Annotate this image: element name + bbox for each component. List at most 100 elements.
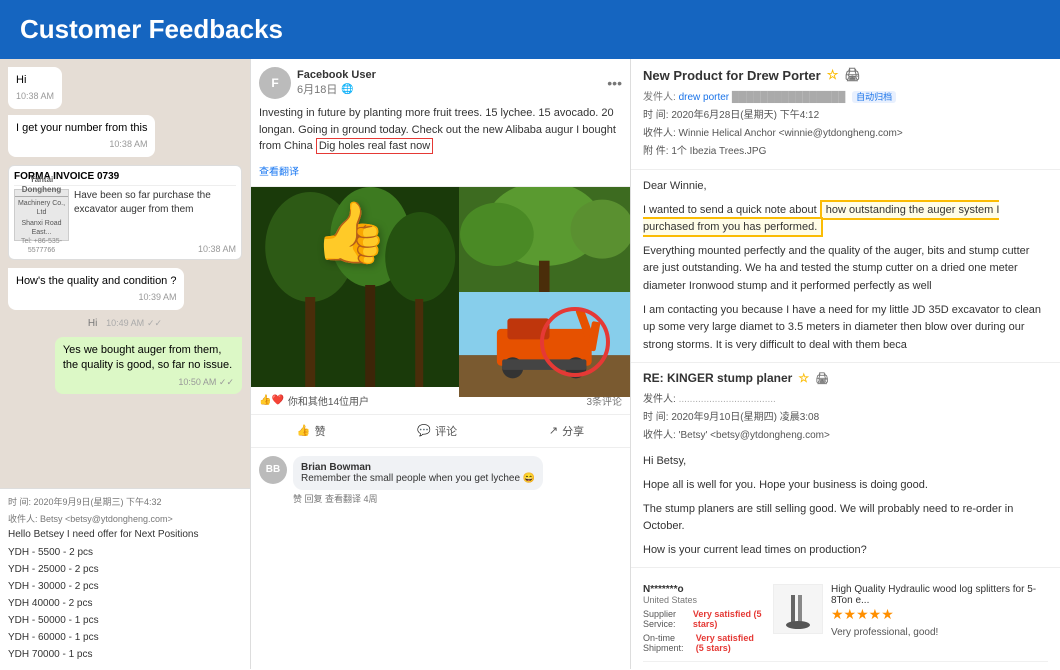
- hi-label: Hi 10:49 AM ✓✓: [8, 316, 242, 331]
- left-panel: Hi 10:38 AM I get your number from this …: [0, 59, 250, 669]
- page-header: Customer Feedbacks: [0, 0, 1060, 59]
- thread-star-icon[interactable]: ☆: [798, 371, 809, 385]
- order-item-2: YDH - 25000 - 2 pcs: [8, 561, 242, 578]
- order-list: YDH - 5500 - 2 pcs YDH - 25000 - 2 pcs Y…: [8, 544, 242, 663]
- email-subject: New Product for Drew Porter ☆ 🖨: [643, 67, 1048, 83]
- main-content: Hi 10:38 AM I get your number from this …: [0, 59, 1060, 669]
- chat-time-1: 10:38 AM: [16, 90, 54, 103]
- review-comment-1: Very professional, good!: [831, 627, 1048, 638]
- fb-comment-section: BB Brian Bowman Remember the small peopl…: [251, 448, 630, 513]
- product-name-1: High Quality Hydraulic wood log splitter…: [831, 584, 1048, 606]
- email-greeting: Hello Betsey I need offer for Next Posit…: [8, 529, 242, 540]
- image-collage: 👍: [251, 187, 630, 387]
- thread-body2: The stump planers are still selling good…: [643, 501, 1048, 536]
- email-body-para2: Everything mounted perfectly and the qua…: [643, 243, 1048, 296]
- fb-likes-count: 👍❤️ 你和其他14位用户: [259, 393, 369, 408]
- right-panel: New Product for Drew Porter ☆ 🖨 发件人: dre…: [630, 59, 1060, 669]
- chat-message-4: Yes we bought auger from them, the quali…: [55, 337, 242, 394]
- review-shipment-row-1: On-time Shipment: Very satisfied (5 star…: [643, 633, 763, 653]
- red-circle-highlight: [540, 307, 610, 377]
- thread-sender: ...................................: [679, 394, 776, 405]
- product-detail-1: High Quality Hydraulic wood log splitter…: [773, 584, 1048, 638]
- fb-action-buttons: 👍 赞 💬 评论 ↗ 分享: [251, 415, 630, 448]
- globe-icon: 🌐: [341, 84, 353, 95]
- fb-like-button[interactable]: 👍 赞: [289, 419, 334, 443]
- thread-body: Hi Betsy, Hope all is well for you. Hope…: [643, 453, 1048, 559]
- email-body-para1: I wanted to send a quick note about how …: [643, 202, 1048, 237]
- order-item-3: YDH - 30000 - 2 pcs: [8, 578, 242, 595]
- service-rating-1: Very satisfied (5 stars): [693, 609, 763, 629]
- email-section-bottom: 时 间: 2020年9月9日(星期三) 下午4:32 收件人: Betsy <b…: [0, 488, 250, 669]
- order-item-5: YDH - 50000 - 1 pcs: [8, 612, 242, 629]
- reviews-section: N*******o United States Supplier Service…: [631, 568, 1060, 669]
- chat-text-3: How's the quality and condition ?: [16, 274, 176, 289]
- email-to-row: 收件人: Winnie Helical Anchor <winnie@ytdon…: [643, 125, 1048, 143]
- fb-share-button[interactable]: ↗ 分享: [541, 419, 592, 443]
- email-attachment-row: 附 件: 1个 Ibezia Trees.JPG: [643, 143, 1048, 161]
- chat-time-3: 10:39 AM: [16, 291, 176, 304]
- thread-subject: RE: KINGER stump planer ☆ 🖨: [643, 371, 1048, 385]
- email-meta-to: 收件人: Betsy <betsy@ytdongheng.com>: [8, 512, 242, 525]
- review-card-1: N*******o United States Supplier Service…: [643, 576, 1048, 662]
- fb-options-button[interactable]: •••: [607, 75, 622, 91]
- chat-area: Hi 10:38 AM I get your number from this …: [0, 59, 250, 488]
- invoice-text: Have been so far purchase the excavator …: [74, 189, 236, 217]
- thread-body1: Hope all is well for you. Hope your busi…: [643, 477, 1048, 495]
- comment-text: Remember the small people when you get l…: [301, 473, 535, 484]
- middle-panel: F Facebook User 6月18日 🌐 ••• Investing in…: [250, 59, 630, 669]
- order-item-7: YDH 70000 - 1 pcs: [8, 646, 242, 663]
- email-greeting: Dear Winnie,: [643, 178, 1048, 196]
- page-title: Customer Feedbacks: [20, 14, 283, 45]
- fb-poster-name: Facebook User: [297, 69, 376, 81]
- fb-post-text: Investing in future by planting more fru…: [259, 105, 622, 155]
- email-body: Dear Winnie, I wanted to send a quick no…: [631, 170, 1060, 363]
- collage-left: 👍: [251, 187, 459, 387]
- sender-email-placeholder: ████████████████: [732, 92, 845, 103]
- chat-text-2: I get your number from this: [16, 121, 147, 136]
- sender-name[interactable]: drew porter: [679, 92, 730, 103]
- reviewer-country-1: United States: [643, 595, 763, 605]
- print-icon[interactable]: 🖨: [844, 67, 861, 83]
- chat-message-2: I get your number from this 10:38 AM: [8, 115, 155, 157]
- order-item-4: YDH 40000 - 2 pcs: [8, 595, 242, 612]
- like-icon: 👍: [297, 424, 311, 437]
- comment-actions: 赞 回复 查看翻译 4周: [293, 492, 543, 505]
- thread-from-row: 发件人: ...................................: [643, 391, 1048, 409]
- thread-to-row: 收件人: 'Betsy' <betsy@ytdongheng.com>: [643, 427, 1048, 445]
- fb-comment-bubble: Brian Bowman Remember the small people w…: [293, 456, 543, 490]
- review-service-row-1: Supplier Service: Very satisfied (5 star…: [643, 609, 763, 629]
- review-info-1: N*******o United States Supplier Service…: [643, 584, 763, 653]
- stars-1: ★★★★★: [831, 606, 1048, 623]
- email-date-row: 时 间: 2020年6月28日(星期天) 下午4:12: [643, 107, 1048, 125]
- thumbs-up-emoji: 👍: [314, 197, 389, 268]
- email-thread: RE: KINGER stump planer ☆ 🖨 发件人: .......…: [631, 363, 1060, 568]
- email-meta-section: 发件人: drew porter ████████████████ 自动归档 时…: [643, 89, 1048, 161]
- share-icon: ↗: [549, 424, 558, 437]
- chat-text-4: Yes we bought auger from them, the quali…: [63, 343, 234, 374]
- auto-tag: 自动归档: [852, 91, 896, 103]
- review-product-1: High Quality Hydraulic wood log splitter…: [773, 584, 1048, 653]
- fb-comment-button[interactable]: 💬 评论: [409, 419, 465, 443]
- fb-highlight-text: Dig holes real fast now: [316, 138, 433, 154]
- collage-right-bottom: [459, 292, 630, 397]
- order-item-6: YDH - 60000 - 1 pcs: [8, 629, 242, 646]
- collage-right-top: [459, 187, 630, 292]
- email-meta-date: 时 间: 2020年9月9日(星期三) 下午4:32: [8, 495, 242, 508]
- shipment-rating-1: Very satisfied (5 stars): [696, 633, 763, 653]
- commenter-name: Brian Bowman: [301, 462, 535, 473]
- chat-time-4: 10:50 AM ✓✓: [63, 376, 234, 389]
- email-body-para3: I am contacting you because I have a nee…: [643, 302, 1048, 355]
- email-header: New Product for Drew Porter ☆ 🖨 发件人: dre…: [631, 59, 1060, 170]
- fb-post-header-section: F Facebook User 6月18日 🌐 ••• Investing in…: [251, 59, 630, 187]
- fb-avatar: F: [259, 67, 291, 99]
- thread-date-row: 时 间: 2020年9月10日(星期四) 凌晨3:08: [643, 409, 1048, 427]
- translate-link[interactable]: 查看翻译: [259, 163, 622, 178]
- invoice-image: Yantai Dongheng Machinery Co., Ltd Shanx…: [14, 189, 69, 241]
- fb-post-date: 6月18日 🌐: [297, 81, 376, 97]
- product-image-1: [773, 584, 823, 634]
- comment-icon: 💬: [417, 424, 431, 437]
- chat-message-1: Hi 10:38 AM: [8, 67, 62, 109]
- thread-print-icon[interactable]: 🖨: [815, 372, 829, 385]
- thread-greeting: Hi Betsy,: [643, 453, 1048, 471]
- star-icon[interactable]: ☆: [827, 67, 839, 83]
